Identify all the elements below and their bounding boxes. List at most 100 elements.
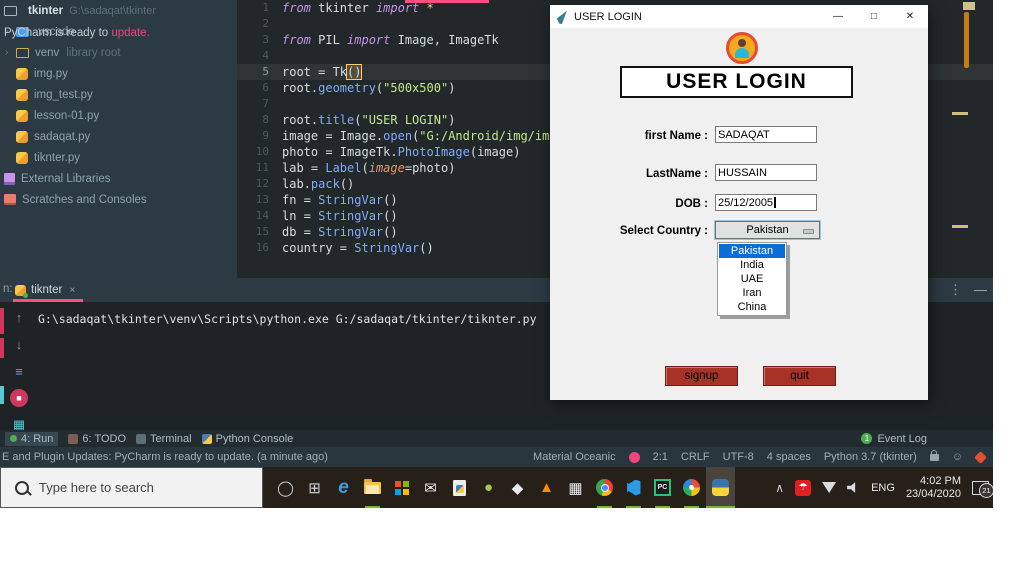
python-file-icon[interactable] [445,467,474,508]
status-message[interactable]: E and Plugin Updates: PyCharm is ready t… [2,451,328,463]
mail-icon[interactable]: ✉ [416,467,445,508]
wifi-icon[interactable] [822,482,837,493]
minimize-button[interactable]: — [820,5,856,28]
line-number: 8 [262,113,269,126]
file-explorer-icon[interactable] [358,467,387,508]
vscode-icon[interactable] [619,467,648,508]
line-number: 2 [262,17,269,30]
toolbar-todo-button[interactable]: 6: TODO [68,433,126,445]
quit-button[interactable]: quit [763,366,836,386]
line-number: 14 [255,209,269,222]
calculator-icon: ▦ [568,479,583,497]
line-number: 9 [262,129,269,142]
avira-icon[interactable]: ☂ [795,479,812,496]
event-log-button[interactable]: 1 Event Log [861,433,927,445]
more-menu-icon[interactable]: ⋮ [949,282,962,298]
taskbar-clock[interactable]: 4:02 PM 23/04/2020 [906,475,961,501]
theme-name[interactable]: Material Oceanic [533,451,616,463]
sidebar-item-external-libraries[interactable]: External Libraries [0,168,237,189]
python-app-icon[interactable] [706,467,735,508]
sidebar-item-label: lesson-01.py [34,109,100,122]
sidebar-item-sadaqat-py[interactable]: sadaqat.py [0,126,237,147]
tool-window-bar: 4: Run 6: TODO Terminal Python Console 1… [0,430,993,447]
vlc-icon[interactable]: ▲ [532,467,561,508]
country-option-pakistan[interactable]: Pakistan [719,244,785,258]
signup-button[interactable]: signup [665,366,738,386]
sidebar-item-img-test-py[interactable]: img_test.py [0,84,237,105]
language-indicator[interactable]: ENG [871,482,895,494]
caret-position[interactable]: 2:1 [653,451,668,463]
line-number: 1 [262,1,269,14]
hide-panel-icon[interactable]: — [974,282,987,298]
android-studio-icon[interactable]: ● [474,467,503,508]
project-root-item[interactable]: tkinter G:\sadaqat\tkinter [0,0,237,21]
running-indicator [23,292,28,298]
theme-color-icon[interactable] [628,451,640,463]
python-file-icon [16,151,28,164]
hector-inspections-icon[interactable]: ☺ [952,451,963,463]
line-ending[interactable]: CRLF [681,451,710,463]
cortana-icon[interactable]: ◯ [271,467,300,508]
pycharm-icon[interactable]: PC [648,467,677,508]
project-folder-icon [4,5,17,16]
scroll-down-icon[interactable]: ↓ [10,335,28,353]
chrome-icon[interactable] [590,467,619,508]
toolbar-run-button[interactable]: 4: Run [5,431,59,446]
scrollbar-thumb[interactable] [964,12,969,68]
sidebar-item-annotation: library root [66,46,121,59]
sidebar-item-label: tiknter.py [34,151,81,164]
edge-icon[interactable]: e [329,467,358,508]
sidebar-item-img-py[interactable]: img.py [0,63,237,84]
volume-icon[interactable] [847,482,856,493]
country-option-india[interactable]: India [719,258,785,272]
country-option-iran[interactable]: Iran [719,286,785,300]
sidebar-item-lesson-01-py[interactable]: lesson-01.py [0,105,237,126]
country-option-china[interactable]: China [719,300,785,314]
vlc-icon: ▲ [539,479,554,496]
taskbar-search-box[interactable]: Type here to search [0,467,263,508]
soft-wrap-icon[interactable]: ≡ [10,362,28,380]
sidebar-item-tiknter-py[interactable]: tiknter.py [0,147,237,168]
notification-count-badge: 21 [979,482,993,498]
close-button[interactable]: ✕ [892,5,928,28]
project-sidebar: tkinter G:\sadaqat\tkinter › .vscode › venv… [0,0,237,278]
chevron-right-icon[interactable]: › [5,47,15,58]
task-view-icon[interactable]: ⊞ [300,467,329,508]
sidebar-item-scratches-and-consoles[interactable]: Scratches and Consoles [0,189,237,210]
unity-icon[interactable]: ◆ [503,467,532,508]
last-name-field[interactable]: HUSSAIN [715,164,817,181]
first-name-field[interactable]: SADAQAT [715,126,817,143]
interpreter-name[interactable]: Python 3.7 (tkinter) [824,451,917,463]
maximize-button[interactable]: □ [856,5,892,28]
sidebar-item-label: img_test.py [34,88,93,101]
material-theme-icon[interactable] [974,450,987,464]
run-button-label: 4: Run [21,432,54,445]
sidebar-item-venv[interactable]: › venv library root [0,42,237,63]
toolbar-terminal-button[interactable]: Terminal [136,433,192,445]
toolbar-python-console-button[interactable]: Python Console [201,433,293,445]
close-tab-icon[interactable]: × [69,285,75,296]
microsoft-store-icon[interactable] [387,467,416,508]
lock-icon[interactable] [929,449,939,461]
window-title: USER LOGIN [574,10,642,23]
country-dropdown[interactable]: Pakistan [715,221,820,239]
stripe-tick [952,112,968,115]
notification-center-icon[interactable]: 21 [972,480,993,498]
line-number: 12 [255,177,269,190]
line-number: 13 [255,193,269,206]
todo-icon [68,433,79,444]
line-number: 7 [262,97,269,110]
indent-setting[interactable]: 4 spaces [767,451,811,463]
country-option-uae[interactable]: UAE [719,272,785,286]
update-link[interactable]: update. [111,27,149,39]
stop-icon[interactable]: ■ [10,389,28,407]
dob-field[interactable]: 25/12/2005 [715,194,817,211]
calculator-icon[interactable]: ▦ [561,467,590,508]
file-encoding[interactable]: UTF-8 [723,451,754,463]
rerun-up-icon[interactable]: ↑ [10,308,28,326]
todo-button-label: 6: TODO [82,432,127,445]
run-tab[interactable]: tiknter × [15,280,75,300]
show-hidden-icons-chevron[interactable]: ∧ [775,481,784,495]
paint-icon[interactable] [677,467,706,508]
python-file-icon [16,130,28,143]
